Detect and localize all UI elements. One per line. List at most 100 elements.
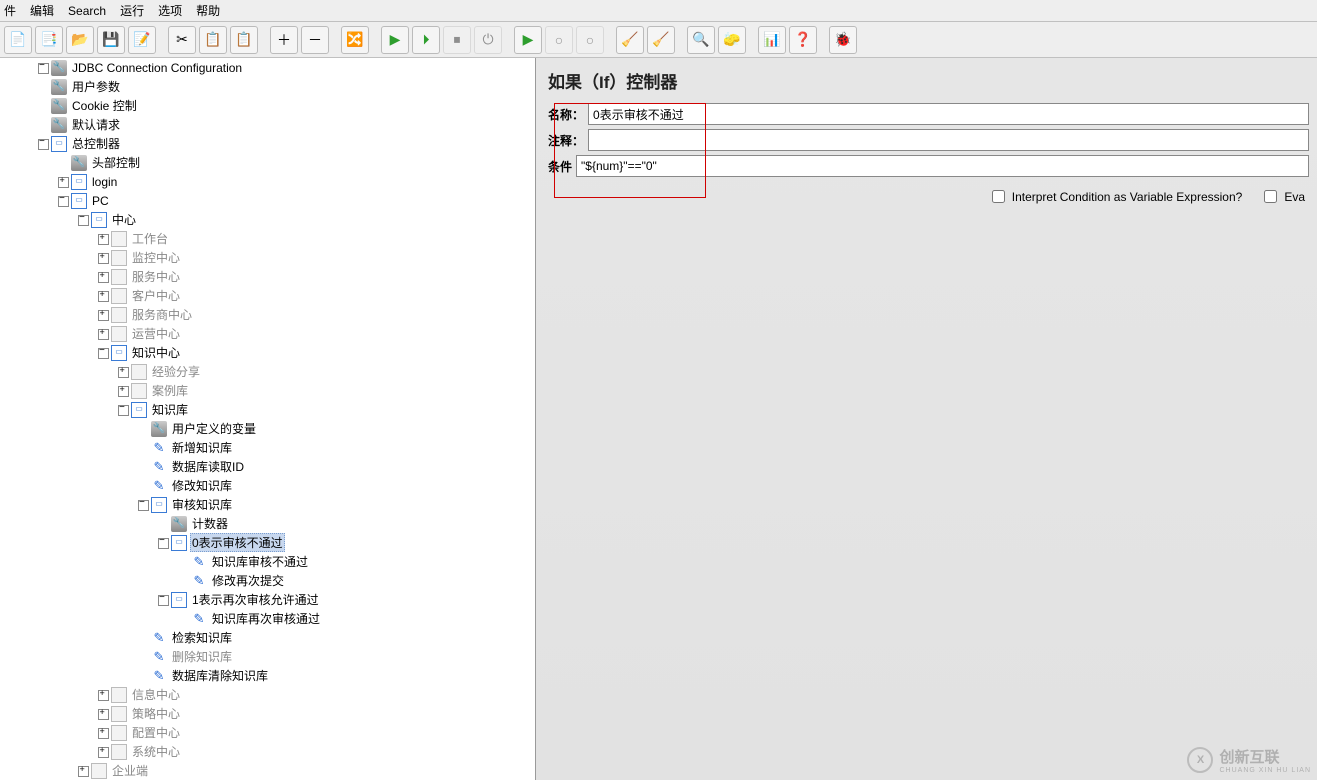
tree-node[interactable]: 工作台 bbox=[0, 229, 535, 248]
tree-expand-icon[interactable] bbox=[98, 234, 107, 243]
tree-label[interactable]: 数据库读取ID bbox=[170, 457, 246, 476]
tree-node[interactable]: 计数器 bbox=[0, 514, 535, 533]
bug-icon[interactable]: 🐞 bbox=[829, 26, 857, 54]
tree-node[interactable]: 1表示再次审核允许通过 bbox=[0, 590, 535, 609]
tree-label[interactable]: 案例库 bbox=[150, 381, 190, 400]
collapse-icon[interactable]: － bbox=[301, 26, 329, 54]
menu-选项[interactable]: 选项 bbox=[158, 2, 182, 19]
new-file-icon[interactable]: 📄 bbox=[4, 26, 32, 54]
tree-node[interactable]: 案例库 bbox=[0, 381, 535, 400]
tree-node[interactable]: 检索知识库 bbox=[0, 628, 535, 647]
tree-collapse-icon[interactable] bbox=[78, 215, 87, 224]
tree-collapse-icon[interactable] bbox=[98, 348, 107, 357]
tree-node[interactable]: 知识库审核不通过 bbox=[0, 552, 535, 571]
tree-label[interactable]: 知识库审核不通过 bbox=[210, 552, 310, 571]
help-icon[interactable]: ❓ bbox=[789, 26, 817, 54]
tree-label[interactable]: 服务中心 bbox=[130, 267, 182, 286]
tree-node[interactable]: 修改知识库 bbox=[0, 476, 535, 495]
tree-label[interactable]: 0表示审核不通过 bbox=[190, 533, 285, 552]
menu-编辑[interactable]: 编辑 bbox=[30, 2, 54, 19]
tree-expand-icon[interactable] bbox=[98, 690, 107, 699]
condition-input[interactable] bbox=[576, 155, 1309, 177]
tree-pane[interactable]: JDBC Connection Configuration用户参数Cookie … bbox=[0, 58, 536, 780]
tree-node[interactable]: 知识中心 bbox=[0, 343, 535, 362]
tree-label[interactable]: 知识中心 bbox=[130, 343, 182, 362]
menu-search[interactable]: Search bbox=[68, 4, 106, 18]
tree-expand-icon[interactable] bbox=[118, 386, 127, 395]
copy-icon[interactable]: 📋 bbox=[199, 26, 227, 54]
tree-label[interactable]: 客户中心 bbox=[130, 286, 182, 305]
tree-expand-icon[interactable] bbox=[98, 310, 107, 319]
tree-label[interactable]: 系统中心 bbox=[130, 742, 182, 761]
tree-node[interactable]: PC bbox=[0, 191, 535, 210]
tree-node[interactable]: 策略中心 bbox=[0, 704, 535, 723]
tree-label[interactable]: JDBC Connection Configuration bbox=[70, 60, 244, 76]
tree-label[interactable]: 默认请求 bbox=[70, 115, 122, 134]
tree-label[interactable]: 运营中心 bbox=[130, 324, 182, 343]
tree-label[interactable]: 信息中心 bbox=[130, 685, 182, 704]
tree-expand-icon[interactable] bbox=[118, 367, 127, 376]
tree-node[interactable]: 客户中心 bbox=[0, 286, 535, 305]
tree-node[interactable]: 系统中心 bbox=[0, 742, 535, 761]
tree-label[interactable]: 服务商中心 bbox=[130, 305, 194, 324]
save-as-icon[interactable]: 📝 bbox=[128, 26, 156, 54]
tree-label[interactable]: login bbox=[90, 174, 119, 190]
tree-node[interactable]: 信息中心 bbox=[0, 685, 535, 704]
function-helper-icon[interactable]: 📊 bbox=[758, 26, 786, 54]
tree-expand-icon[interactable] bbox=[98, 253, 107, 262]
save-icon[interactable]: 💾 bbox=[97, 26, 125, 54]
cut-icon[interactable]: ✂ bbox=[168, 26, 196, 54]
comment-input[interactable] bbox=[588, 129, 1309, 151]
tree-label[interactable]: Cookie 控制 bbox=[70, 96, 139, 115]
tree-node[interactable]: 知识库 bbox=[0, 400, 535, 419]
tree-label[interactable]: 知识库再次审核通过 bbox=[210, 609, 322, 628]
tree-node[interactable]: JDBC Connection Configuration bbox=[0, 58, 535, 77]
tree-node[interactable]: 修改再次提交 bbox=[0, 571, 535, 590]
tree-node[interactable]: 中心 bbox=[0, 210, 535, 229]
tree-label[interactable]: 数据库清除知识库 bbox=[170, 666, 270, 685]
tree-expand-icon[interactable] bbox=[98, 747, 107, 756]
tree-node[interactable]: 0表示审核不通过 bbox=[0, 533, 535, 552]
paste-icon[interactable]: 📋 bbox=[230, 26, 258, 54]
tree-label[interactable]: 用户定义的变量 bbox=[170, 419, 258, 438]
tree-collapse-icon[interactable] bbox=[138, 500, 147, 509]
tree-node[interactable]: 配置中心 bbox=[0, 723, 535, 742]
tree-label[interactable]: 删除知识库 bbox=[170, 647, 234, 666]
tree-label[interactable]: 计数器 bbox=[190, 514, 230, 533]
tree-expand-icon[interactable] bbox=[98, 728, 107, 737]
tree-label[interactable]: 1表示再次审核允许通过 bbox=[190, 590, 321, 609]
tree-label[interactable]: 策略中心 bbox=[130, 704, 182, 723]
search-icon[interactable]: 🔍 bbox=[687, 26, 715, 54]
tree-node[interactable]: 新增知识库 bbox=[0, 438, 535, 457]
tree-node[interactable]: 服务商中心 bbox=[0, 305, 535, 324]
name-input[interactable] bbox=[588, 103, 1309, 125]
tree-label[interactable]: 新增知识库 bbox=[170, 438, 234, 457]
tree-label[interactable]: 头部控制 bbox=[90, 153, 142, 172]
menu-件[interactable]: 件 bbox=[4, 2, 16, 19]
tree-label[interactable]: 用户参数 bbox=[70, 77, 122, 96]
toggle-icon[interactable]: 🔀 bbox=[341, 26, 369, 54]
tree-label[interactable]: 检索知识库 bbox=[170, 628, 234, 647]
tree-node[interactable]: login bbox=[0, 172, 535, 191]
tree-collapse-icon[interactable] bbox=[158, 538, 167, 547]
tree-label[interactable]: PC bbox=[90, 193, 111, 209]
tree-label[interactable]: 总控制器 bbox=[70, 134, 122, 153]
evaluate-checkbox[interactable] bbox=[1264, 190, 1277, 203]
tree-node[interactable]: 头部控制 bbox=[0, 153, 535, 172]
start-icon[interactable]: ▶ bbox=[381, 26, 409, 54]
tree-label[interactable]: 企业端 bbox=[110, 761, 150, 780]
tree-label[interactable]: 中心 bbox=[110, 210, 138, 229]
tree-node[interactable]: 数据库清除知识库 bbox=[0, 666, 535, 685]
tree-node[interactable]: 用户参数 bbox=[0, 77, 535, 96]
expand-icon[interactable]: ＋ bbox=[270, 26, 298, 54]
tree-label[interactable]: 修改知识库 bbox=[170, 476, 234, 495]
tree-expand-icon[interactable] bbox=[98, 709, 107, 718]
tree-expand-icon[interactable] bbox=[98, 329, 107, 338]
tree-expand-icon[interactable] bbox=[98, 272, 107, 281]
tree-collapse-icon[interactable] bbox=[38, 139, 47, 148]
tree-label[interactable]: 修改再次提交 bbox=[210, 571, 286, 590]
remote-start-icon[interactable]: ▶ bbox=[514, 26, 542, 54]
tree-node[interactable]: 审核知识库 bbox=[0, 495, 535, 514]
tree-label[interactable]: 审核知识库 bbox=[170, 495, 234, 514]
tree-node[interactable]: 经验分享 bbox=[0, 362, 535, 381]
